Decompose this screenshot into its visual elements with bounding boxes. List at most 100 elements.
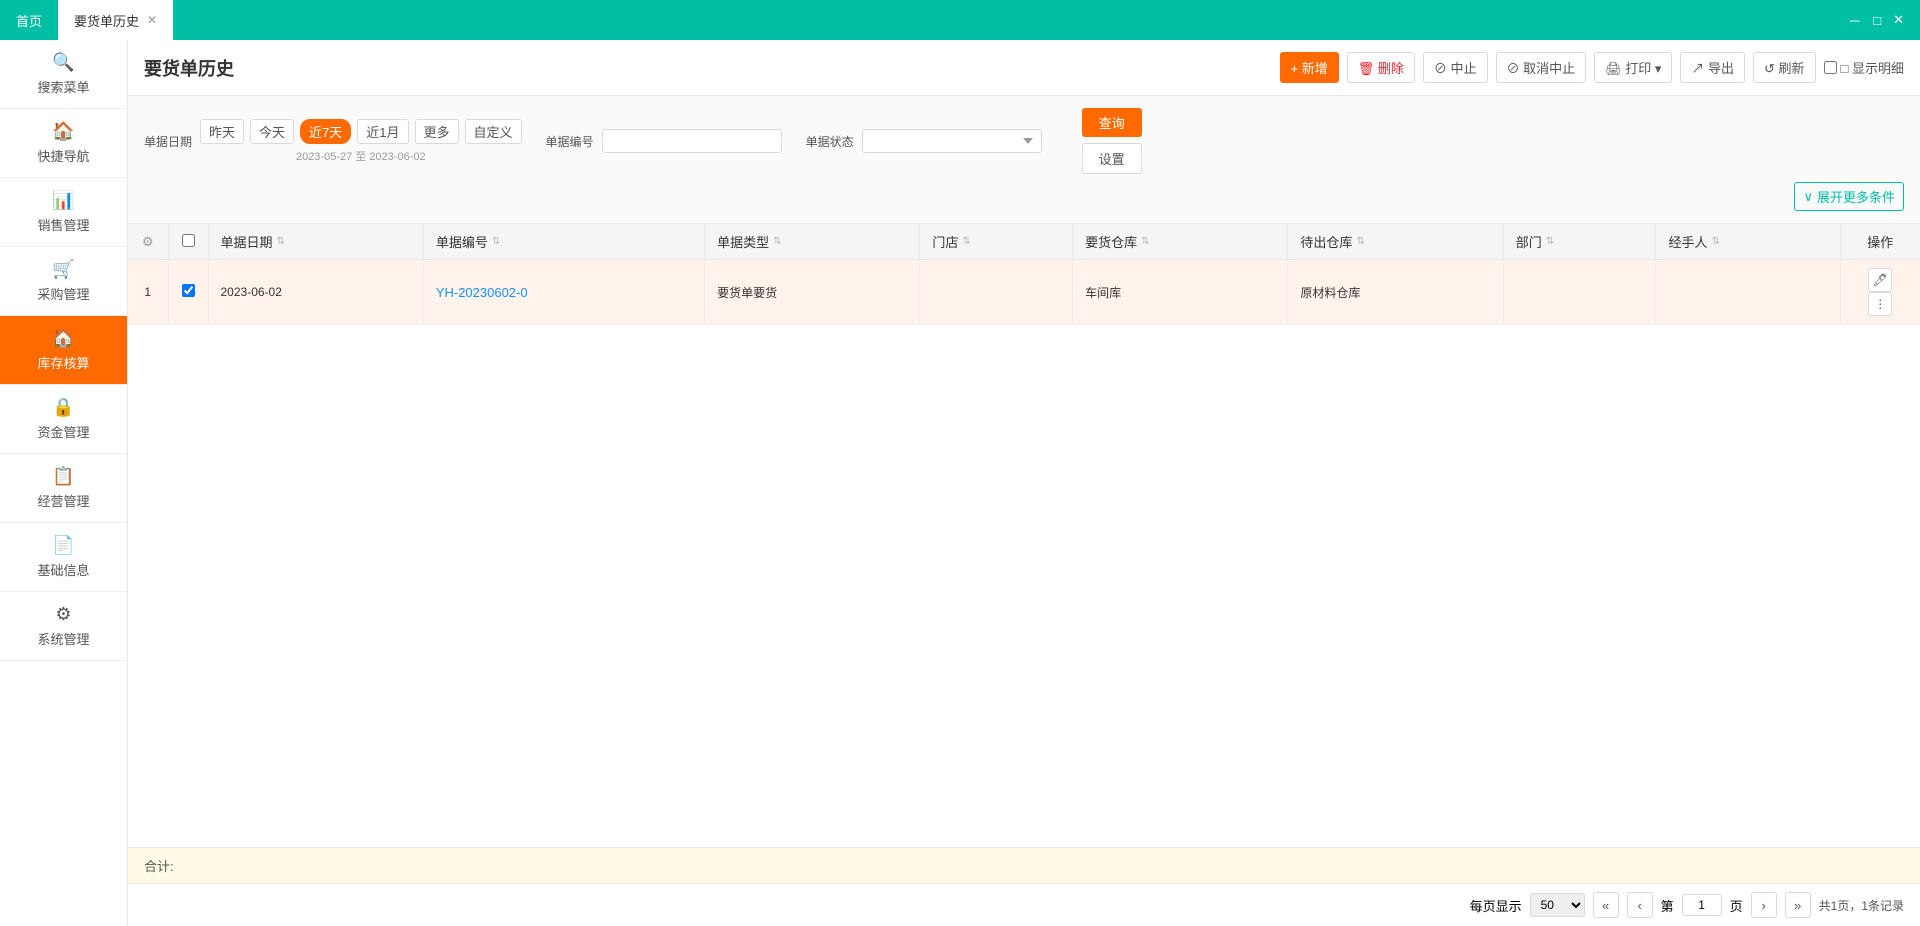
th-doc-type[interactable]: 单据类型 ⇅ bbox=[705, 224, 920, 260]
th-req-warehouse-sort[interactable]: 要货仓库 ⇅ bbox=[1085, 232, 1275, 251]
doc-status-select[interactable] bbox=[862, 129, 1042, 153]
doc-number-input[interactable] bbox=[602, 129, 782, 153]
doc-date-sort-icon: ⇅ bbox=[277, 236, 285, 247]
sidebar-item-purchase-mgmt-label: 采购管理 bbox=[37, 284, 89, 303]
last-page-btn[interactable]: » bbox=[1785, 892, 1811, 918]
pending-warehouse-sort-icon: ⇅ bbox=[1356, 236, 1364, 247]
display-detail-checkbox-label[interactable]: □ 显示明细 bbox=[1824, 58, 1904, 77]
print-button-label: 🖨 打印 ▾ bbox=[1605, 58, 1661, 77]
row-checkbox[interactable] bbox=[182, 284, 195, 297]
row-actions: 🖊 ⋮ bbox=[1840, 260, 1920, 325]
column-settings-icon[interactable]: ⚙ bbox=[142, 234, 154, 249]
page-number-input[interactable] bbox=[1682, 894, 1722, 916]
th-doc-number-sort[interactable]: 单据编号 ⇅ bbox=[436, 232, 692, 251]
new-button[interactable]: + 新增 bbox=[1280, 52, 1339, 83]
th-pending-warehouse[interactable]: 待出仓库 ⇅ bbox=[1288, 224, 1503, 260]
doc-number-filter-group: 单据编号 bbox=[546, 129, 782, 153]
content-area: 要货单历史 + 新增 🗑 删除 ⊘ 中止 ⊘ 取消中止 🖨 打印 ▾ bbox=[128, 40, 1920, 926]
table-row[interactable]: 1 2023-06-02 YH-20230602-0 要货单要货 车间库 原材料… bbox=[128, 260, 1920, 325]
sidebar-item-operations-mgmt[interactable]: 📋 经营管理 bbox=[0, 454, 127, 523]
tab-home-label: 首页 bbox=[16, 11, 42, 30]
th-department[interactable]: 部门 ⇅ bbox=[1503, 224, 1656, 260]
th-doc-type-sort[interactable]: 单据类型 ⇅ bbox=[717, 232, 907, 251]
date-last7days-btn[interactable]: 近7天 bbox=[300, 119, 351, 144]
window-controls: － □ ✕ bbox=[1848, 11, 1920, 30]
print-button[interactable]: 🖨 打印 ▾ bbox=[1594, 52, 1672, 83]
date-custom-btn[interactable]: 自定义 bbox=[465, 119, 522, 144]
stop-button-label: ⊘ 中止 bbox=[1434, 58, 1477, 77]
sidebar-item-sales-mgmt[interactable]: 📊 销售管理 bbox=[0, 178, 127, 247]
date-last1month-btn[interactable]: 近1月 bbox=[357, 119, 408, 144]
per-page-select[interactable]: 50 10 20 100 bbox=[1530, 893, 1585, 917]
th-store[interactable]: 门店 ⇅ bbox=[920, 224, 1073, 260]
toolbar: + 新增 🗑 删除 ⊘ 中止 ⊘ 取消中止 🖨 打印 ▾ ↗ 导出 bbox=[1280, 52, 1904, 83]
tab-requisition-history[interactable]: 要货单历史 ✕ bbox=[58, 0, 173, 40]
sidebar-item-inventory-calc[interactable]: 🏠 库存核算 bbox=[0, 316, 127, 385]
doc-number-link[interactable]: YH-20230602-0 bbox=[436, 285, 528, 300]
total-label: 合计: bbox=[144, 859, 174, 874]
cancel-stop-button[interactable]: ⊘ 取消中止 bbox=[1496, 52, 1587, 83]
row-more-btn[interactable]: ⋮ bbox=[1868, 292, 1892, 316]
sidebar-item-search-menu[interactable]: 🔍 搜索菜单 bbox=[0, 40, 127, 109]
th-store-sort[interactable]: 门店 ⇅ bbox=[932, 232, 1060, 251]
th-handler-label: 经手人 bbox=[1668, 232, 1707, 251]
first-page-btn[interactable]: « bbox=[1593, 892, 1619, 918]
date-more-btn[interactable]: 更多 bbox=[415, 119, 459, 144]
th-doc-number-label: 单据编号 bbox=[436, 232, 488, 251]
last-page-icon: » bbox=[1794, 898, 1801, 913]
sidebar-item-purchase-mgmt[interactable]: 🛒 采购管理 bbox=[0, 247, 127, 316]
date-yesterday-btn[interactable]: 昨天 bbox=[200, 119, 244, 144]
display-detail-checkbox[interactable] bbox=[1824, 61, 1837, 74]
row-department bbox=[1503, 260, 1656, 325]
page-title: 要货单历史 bbox=[144, 55, 234, 81]
select-all-checkbox[interactable] bbox=[182, 234, 195, 247]
th-doc-date[interactable]: 单据日期 ⇅ bbox=[208, 224, 423, 260]
date-today-btn[interactable]: 今天 bbox=[250, 119, 294, 144]
operations-mgmt-icon: 📋 bbox=[52, 466, 74, 487]
stop-button[interactable]: ⊘ 中止 bbox=[1423, 52, 1488, 83]
filter-expand-row: ∨ 展开更多条件 bbox=[144, 182, 1904, 211]
settings-button[interactable]: 设置 bbox=[1082, 143, 1142, 174]
sidebar-item-finance-mgmt[interactable]: 🔒 资金管理 bbox=[0, 385, 127, 454]
minimize-btn[interactable]: － bbox=[1848, 11, 1861, 30]
doc-number-label: 单据编号 bbox=[546, 133, 594, 150]
sidebar-item-system-mgmt[interactable]: ⚙ 系统管理 bbox=[0, 592, 127, 661]
sidebar-item-quick-nav[interactable]: 🏠 快捷导航 bbox=[0, 109, 127, 178]
sidebar-item-basic-info[interactable]: 📄 基础信息 bbox=[0, 523, 127, 592]
th-pending-warehouse-label: 待出仓库 bbox=[1300, 232, 1352, 251]
expand-down-icon: ∨ bbox=[1803, 189, 1813, 205]
table-container: ⚙ 单据日期 ⇅ 单据编号 bbox=[128, 224, 1920, 847]
th-pending-warehouse-sort[interactable]: 待出仓库 ⇅ bbox=[1300, 232, 1490, 251]
row-num: 1 bbox=[128, 260, 168, 325]
prev-page-btn[interactable]: ‹ bbox=[1627, 892, 1653, 918]
th-req-warehouse[interactable]: 要货仓库 ⇅ bbox=[1073, 224, 1288, 260]
th-handler-sort[interactable]: 经手人 ⇅ bbox=[1668, 232, 1827, 251]
delete-button[interactable]: 🗑 删除 bbox=[1347, 52, 1415, 83]
close-tab-icon[interactable]: ✕ bbox=[147, 13, 157, 27]
refresh-button[interactable]: ↺ 刷新 bbox=[1753, 52, 1816, 83]
per-page-label: 每页显示 bbox=[1470, 896, 1522, 915]
query-button[interactable]: 查询 bbox=[1082, 108, 1142, 137]
expand-filters-btn[interactable]: ∨ 展开更多条件 bbox=[1794, 182, 1904, 211]
settings-button-label: 设置 bbox=[1099, 152, 1125, 167]
th-doc-date-sort[interactable]: 单据日期 ⇅ bbox=[221, 232, 411, 251]
tab-home[interactable]: 首页 bbox=[0, 0, 58, 40]
row-check bbox=[168, 260, 208, 325]
date-buttons: 昨天 今天 近7天 近1月 更多 bbox=[200, 119, 522, 144]
store-sort-icon: ⇅ bbox=[962, 236, 970, 247]
next-page-btn[interactable]: › bbox=[1751, 892, 1777, 918]
th-department-sort[interactable]: 部门 ⇅ bbox=[1516, 232, 1644, 251]
handler-sort-icon: ⇅ bbox=[1711, 236, 1719, 247]
th-doc-number[interactable]: 单据编号 ⇅ bbox=[423, 224, 704, 260]
refresh-button-label: ↺ 刷新 bbox=[1764, 58, 1805, 77]
sidebar-item-system-mgmt-label: 系统管理 bbox=[37, 629, 89, 648]
row-edit-btn[interactable]: 🖊 bbox=[1868, 268, 1892, 292]
maximize-btn[interactable]: □ bbox=[1873, 13, 1881, 28]
export-button-label: ↗ 导出 bbox=[1691, 58, 1734, 77]
th-handler[interactable]: 经手人 ⇅ bbox=[1656, 224, 1840, 260]
export-button[interactable]: ↗ 导出 bbox=[1680, 52, 1745, 83]
close-btn[interactable]: ✕ bbox=[1893, 12, 1904, 28]
table-footer: 合计: bbox=[128, 847, 1920, 883]
th-check bbox=[168, 224, 208, 260]
query-button-label: 查询 bbox=[1099, 116, 1125, 131]
